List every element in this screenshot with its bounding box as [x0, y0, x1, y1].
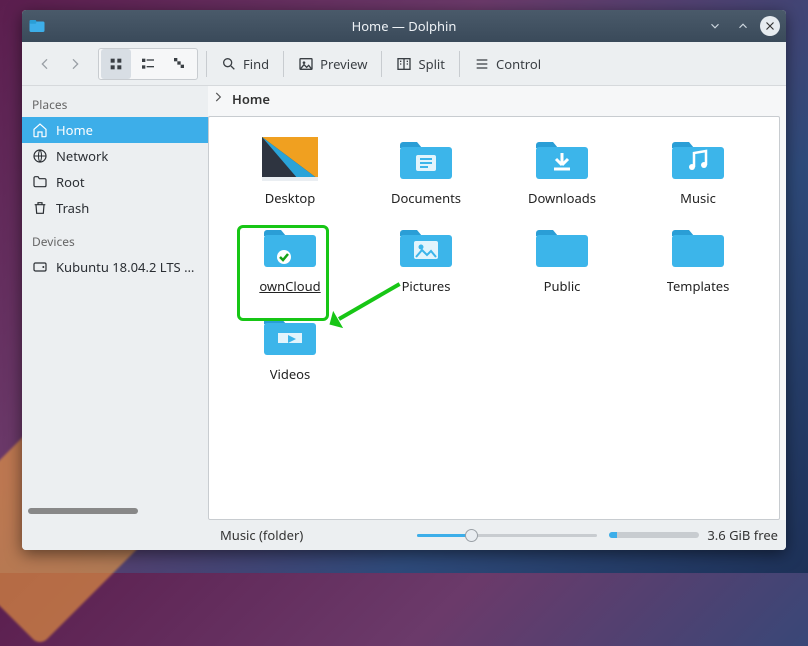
breadcrumb-current[interactable]: Home — [232, 90, 270, 108]
file-item-public[interactable]: Public — [499, 221, 625, 297]
folder-icon — [530, 135, 594, 183]
titlebar[interactable]: Home — Dolphin — [22, 10, 786, 42]
maximize-button[interactable] — [732, 15, 754, 37]
sidebar-device-kubuntu-18.04.2-lts-amd[interactable]: Kubuntu 18.04.2 LTS amd — [22, 254, 208, 280]
app-icon — [28, 17, 46, 35]
folder-icon — [394, 223, 458, 271]
file-label: ownCloud — [259, 277, 320, 295]
home-icon — [32, 122, 48, 138]
file-item-desktop[interactable]: Desktop — [227, 133, 353, 209]
menu-icon — [474, 56, 490, 72]
sidebar-item-root[interactable]: Root — [22, 169, 208, 195]
chevron-right-icon — [210, 90, 226, 108]
file-label: Videos — [270, 365, 311, 383]
folder-icon — [258, 135, 322, 183]
file-label: Downloads — [528, 189, 596, 207]
search-icon — [221, 56, 237, 72]
folder-icon — [530, 223, 594, 271]
split-button[interactable]: Split — [390, 49, 451, 79]
devices-heading: Devices — [22, 229, 208, 254]
sidebar-item-network[interactable]: Network — [22, 143, 208, 169]
icons-view-button[interactable] — [101, 49, 131, 79]
file-item-music[interactable]: Music — [635, 133, 761, 209]
image-icon — [298, 56, 314, 72]
folder-icon — [394, 135, 458, 183]
network-icon — [32, 148, 48, 164]
sidebar-item-label: Trash — [56, 199, 89, 217]
folder-icon — [258, 311, 322, 359]
breadcrumb[interactable]: Home — [208, 86, 786, 112]
file-view[interactable]: Desktop Documents Downloads Music ownCloud Pi… — [208, 116, 780, 520]
sidebar-item-trash[interactable]: Trash — [22, 195, 208, 221]
places-heading: Places — [22, 92, 208, 117]
file-label: Documents — [391, 189, 461, 207]
view-mode-group — [98, 48, 198, 80]
sidebar-item-home[interactable]: Home — [22, 117, 208, 143]
sidebar-item-label: Home — [56, 121, 93, 139]
back-button[interactable] — [30, 49, 60, 79]
disk-icon — [32, 259, 48, 275]
file-label: Music — [680, 189, 716, 207]
zoom-slider[interactable] — [417, 526, 597, 544]
folder-icon — [666, 135, 730, 183]
file-item-owncloud[interactable]: ownCloud — [227, 221, 353, 297]
details-view-button[interactable] — [165, 49, 195, 79]
status-text: Music (folder) — [216, 526, 303, 544]
file-item-documents[interactable]: Documents — [363, 133, 489, 209]
file-item-pictures[interactable]: Pictures — [363, 221, 489, 297]
file-label: Templates — [667, 277, 730, 295]
window-title: Home — Dolphin — [22, 17, 786, 35]
file-label: Public — [544, 277, 581, 295]
file-item-templates[interactable]: Templates — [635, 221, 761, 297]
file-item-downloads[interactable]: Downloads — [499, 133, 625, 209]
sidebar-scrollbar[interactable] — [22, 508, 208, 516]
trash-icon — [32, 200, 48, 216]
status-bar: Music (folder) 3.6 GiB free — [22, 520, 786, 550]
control-button[interactable]: Control — [468, 49, 547, 79]
dolphin-window: Home — Dolphin Find Preview — [22, 10, 786, 550]
folder-icon — [666, 223, 730, 271]
sidebar-item-label: Kubuntu 18.04.2 LTS amd — [56, 258, 198, 276]
find-button[interactable]: Find — [215, 49, 275, 79]
folder-icon — [258, 223, 322, 271]
file-label: Pictures — [402, 277, 451, 295]
forward-button[interactable] — [60, 49, 90, 79]
disk-usage: 3.6 GiB free — [609, 526, 778, 544]
disk-free-text: 3.6 GiB free — [707, 526, 778, 544]
preview-button[interactable]: Preview — [292, 49, 373, 79]
split-icon — [396, 56, 412, 72]
close-button[interactable] — [760, 16, 780, 36]
minimize-button[interactable] — [704, 15, 726, 37]
compact-view-button[interactable] — [133, 49, 163, 79]
toolbar: Find Preview Split Control — [22, 42, 786, 86]
file-label: Desktop — [265, 189, 316, 207]
places-panel: Places Home Network Root Trash Devices Kubu… — [22, 86, 208, 520]
sidebar-item-label: Root — [56, 173, 85, 191]
main-view: Home Desktop Documents Downloads Music ownCl… — [208, 86, 786, 520]
file-item-videos[interactable]: Videos — [227, 309, 353, 385]
folder-icon — [32, 174, 48, 190]
sidebar-item-label: Network — [56, 147, 108, 165]
